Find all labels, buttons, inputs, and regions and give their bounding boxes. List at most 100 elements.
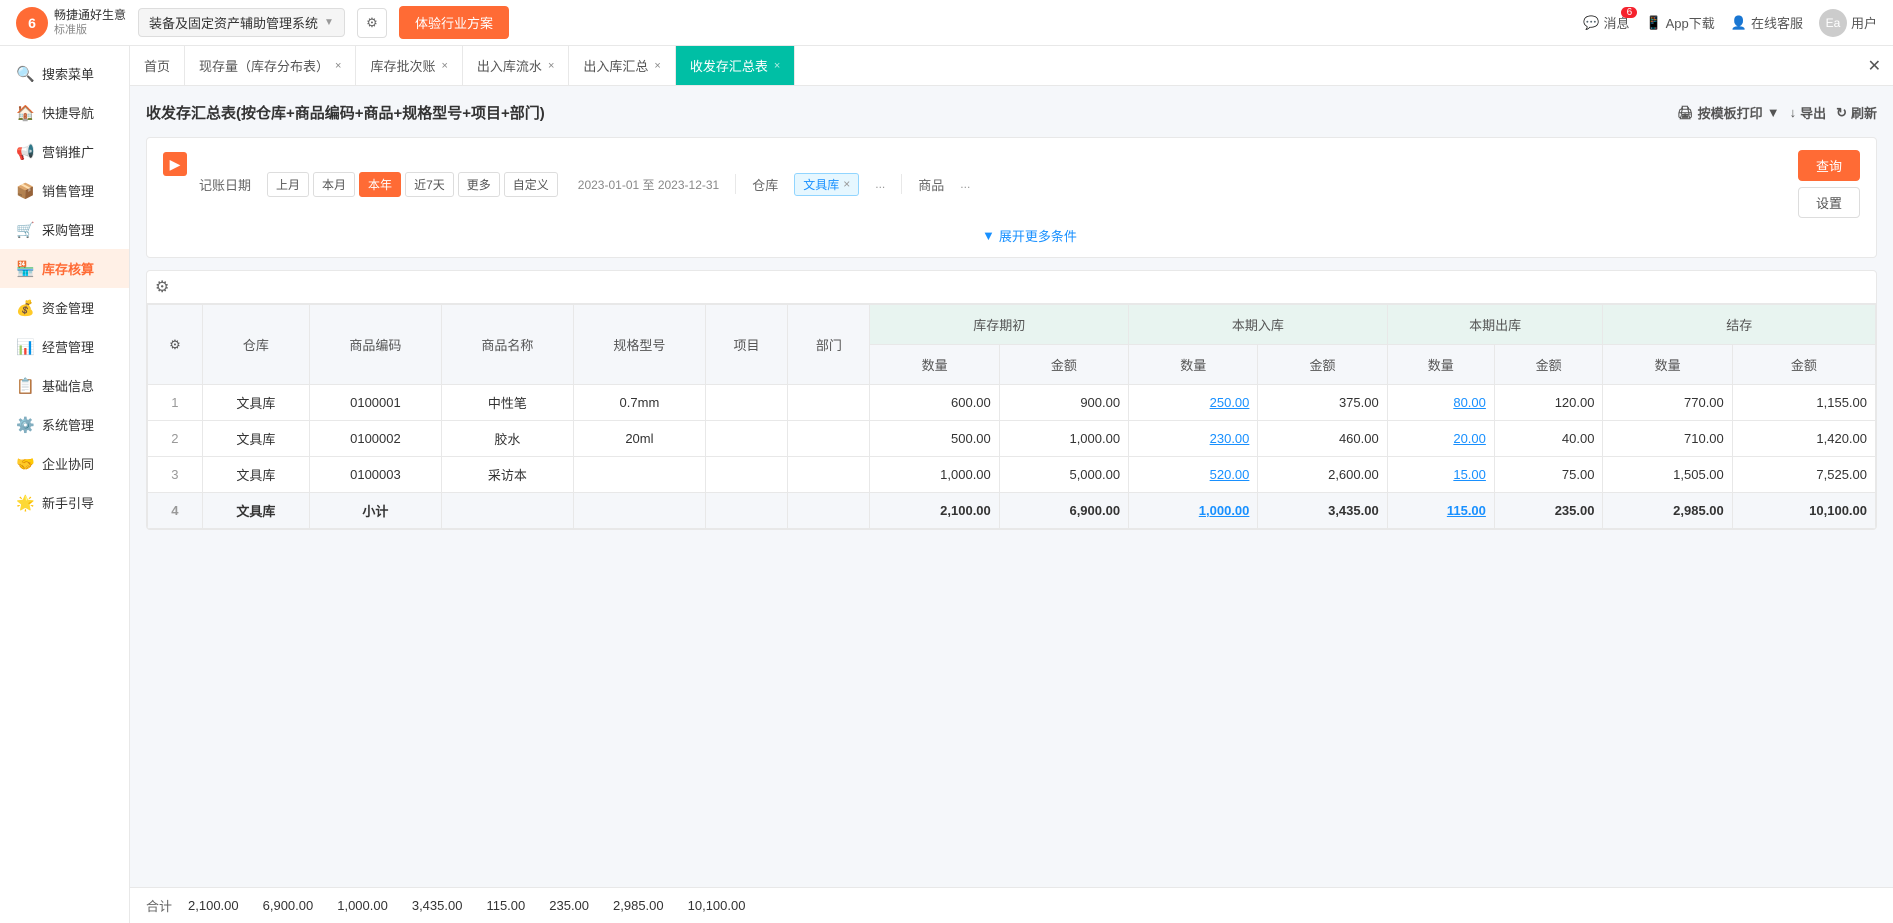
date-btn-this-month[interactable]: 本月	[313, 172, 355, 197]
top-bar: 6 畅捷通好生意 标准版 装备及固定资产辅助管理系统 ▼ ⚙ 体验行业方案 💬 …	[0, 0, 1893, 46]
tab-stock-dist[interactable]: 现存量（库存分布表） ×	[185, 46, 356, 85]
cell-in-qty[interactable]: 230.00	[1129, 421, 1258, 457]
total-closing-amt: 10,100.00	[688, 898, 746, 913]
cell-department	[788, 421, 870, 457]
cell-warehouse: 文具库	[202, 385, 309, 421]
refresh-icon: ↻	[1836, 105, 1847, 121]
tab-bar: 首页 现存量（库存分布表） × 库存批次账 × 出入库流水 × 出入库汇总 × …	[130, 46, 1893, 86]
export-button[interactable]: ↓ 导出	[1790, 103, 1827, 122]
col-department: 部门	[788, 305, 870, 385]
user-item[interactable]: Ea 用户	[1819, 9, 1877, 37]
tab-close-recv-send-summary[interactable]: ×	[774, 60, 780, 72]
inventory-icon: 🏪	[16, 260, 34, 278]
app-download-item[interactable]: 📱 App下载	[1645, 13, 1714, 32]
filter-area: ▶ 记账日期 上月 本月 本年 近7天 更多 自定义	[146, 137, 1877, 258]
sidebar-item-purchase[interactable]: 🛒 采购管理	[0, 210, 129, 249]
cell-goods-spec	[573, 457, 705, 493]
tab-close-stock-summary[interactable]: ×	[654, 60, 660, 72]
subtotal-label: 小计	[309, 493, 441, 529]
cell-project	[705, 457, 787, 493]
total-in-qty: 1,000.00	[337, 898, 388, 913]
data-table-wrap: ⚙ ⚙ 仓库 商品编码 商品名称 规格型号 项目 部门 库存期初	[146, 270, 1877, 530]
sidebar-item-quick-nav[interactable]: 🏠 快捷导航	[0, 93, 129, 132]
date-btn-last-month[interactable]: 上月	[267, 172, 309, 197]
col-group-out: 本期出库	[1387, 305, 1603, 345]
warehouse-tag[interactable]: 文具库 ×	[794, 173, 859, 196]
subtotal-out-qty[interactable]: 115.00	[1387, 493, 1494, 529]
query-btn-area: 查询 设置	[1798, 150, 1860, 218]
date-btn-this-year[interactable]: 本年	[359, 172, 401, 197]
cell-in-qty[interactable]: 250.00	[1129, 385, 1258, 421]
col-settings: ⚙	[148, 305, 203, 385]
top-bar-right: 💬 消息 6 📱 App下载 👤 在线客服 Ea 用户	[1583, 9, 1877, 37]
tab-stock-summary[interactable]: 出入库汇总 ×	[569, 46, 675, 85]
subtotal-in-amt: 3,435.00	[1258, 493, 1387, 529]
cell-goods-name: 采访本	[441, 457, 573, 493]
warehouse-more-button[interactable]: ...	[875, 177, 885, 191]
sidebar-item-marketing[interactable]: 📢 营销推广	[0, 132, 129, 171]
date-btn-7days[interactable]: 近7天	[405, 172, 454, 197]
total-out-qty: 115.00	[486, 898, 525, 913]
marketing-icon: 📢	[16, 143, 34, 161]
expand-more-button[interactable]: ▼ 展开更多条件	[982, 226, 1077, 245]
page-content: 收发存汇总表(按仓库+商品编码+商品+规格型号+项目+部门) 🖨 按模板打印 ▼…	[130, 86, 1893, 887]
cell-out-qty[interactable]: 80.00	[1387, 385, 1494, 421]
settings-button[interactable]: ⚙	[357, 8, 387, 38]
online-service-item[interactable]: 👤 在线客服	[1731, 13, 1803, 32]
date-btn-custom[interactable]: 自定义	[504, 172, 558, 197]
tab-home[interactable]: 首页	[130, 46, 185, 85]
close-all-tabs-button[interactable]: ✕	[1864, 54, 1885, 79]
col-out-amt: 金额	[1494, 345, 1603, 385]
print-button[interactable]: 🖨 按模板打印 ▼	[1677, 103, 1779, 122]
col-project: 项目	[705, 305, 787, 385]
sidebar-item-inventory[interactable]: 🏪 库存核算	[0, 249, 129, 288]
filter-expand-icon[interactable]: ▶	[163, 152, 187, 176]
row-num: 3	[148, 457, 203, 493]
cell-out-qty[interactable]: 15.00	[1387, 457, 1494, 493]
tab-stock-flow[interactable]: 出入库流水 ×	[463, 46, 569, 85]
sidebar-item-business[interactable]: 📊 经营管理	[0, 327, 129, 366]
tab-close-batch-ledger[interactable]: ×	[441, 60, 447, 72]
cell-project	[705, 385, 787, 421]
cell-in-qty[interactable]: 520.00	[1129, 457, 1258, 493]
settings-small-button[interactable]: 设置	[1798, 187, 1860, 218]
tab-close-stock-flow[interactable]: ×	[548, 60, 554, 72]
cell-closing-qty: 770.00	[1603, 385, 1732, 421]
cell-warehouse: 文具库	[202, 421, 309, 457]
system-name-arrow: ▼	[324, 17, 334, 28]
sidebar-item-sales[interactable]: 📦 销售管理	[0, 171, 129, 210]
goods-more-button[interactable]: ...	[960, 177, 970, 191]
tab-batch-ledger[interactable]: 库存批次账 ×	[356, 46, 462, 85]
cell-out-amt: 40.00	[1494, 421, 1603, 457]
tab-recv-send-summary[interactable]: 收发存汇总表 ×	[676, 46, 795, 85]
tab-close-stock-dist[interactable]: ×	[335, 60, 341, 72]
col-in-amt: 金额	[1258, 345, 1387, 385]
sidebar-item-basic-info[interactable]: 📋 基础信息	[0, 366, 129, 405]
total-opening-qty: 2,100.00	[188, 898, 239, 913]
col-in-qty: 数量	[1129, 345, 1258, 385]
sidebar-item-enterprise[interactable]: 🤝 企业协同	[0, 444, 129, 483]
trial-button[interactable]: 体验行业方案	[399, 6, 509, 39]
subtotal-out-amt: 235.00	[1494, 493, 1603, 529]
sidebar-item-finance[interactable]: 💰 资金管理	[0, 288, 129, 327]
date-btn-more[interactable]: 更多	[458, 172, 500, 197]
cell-project	[705, 421, 787, 457]
query-button[interactable]: 查询	[1798, 150, 1860, 181]
message-item[interactable]: 💬 消息 6	[1583, 13, 1629, 32]
sidebar-item-search[interactable]: 🔍 搜索菜单	[0, 54, 129, 93]
sidebar-item-system[interactable]: ⚙️ 系统管理	[0, 405, 129, 444]
sidebar-item-new-guide[interactable]: 🌟 新手引导	[0, 483, 129, 522]
system-name[interactable]: 装备及固定资产辅助管理系统 ▼	[138, 8, 345, 37]
col-group-closing: 结存	[1603, 305, 1876, 345]
cell-goods-spec: 0.7mm	[573, 385, 705, 421]
table-settings-icon[interactable]: ⚙	[155, 277, 169, 297]
cell-closing-amt: 1,155.00	[1732, 385, 1875, 421]
warehouse-tag-remove[interactable]: ×	[843, 177, 850, 191]
total-out-amt: 235.00	[549, 898, 589, 913]
refresh-button[interactable]: ↻ 刷新	[1836, 103, 1877, 122]
avatar: Ea	[1819, 9, 1847, 37]
cell-out-qty[interactable]: 20.00	[1387, 421, 1494, 457]
data-table: ⚙ 仓库 商品编码 商品名称 规格型号 项目 部门 库存期初 本期入库 本期出库…	[147, 304, 1876, 529]
subtotal-warehouse: 文具库	[202, 493, 309, 529]
subtotal-in-qty[interactable]: 1,000.00	[1129, 493, 1258, 529]
